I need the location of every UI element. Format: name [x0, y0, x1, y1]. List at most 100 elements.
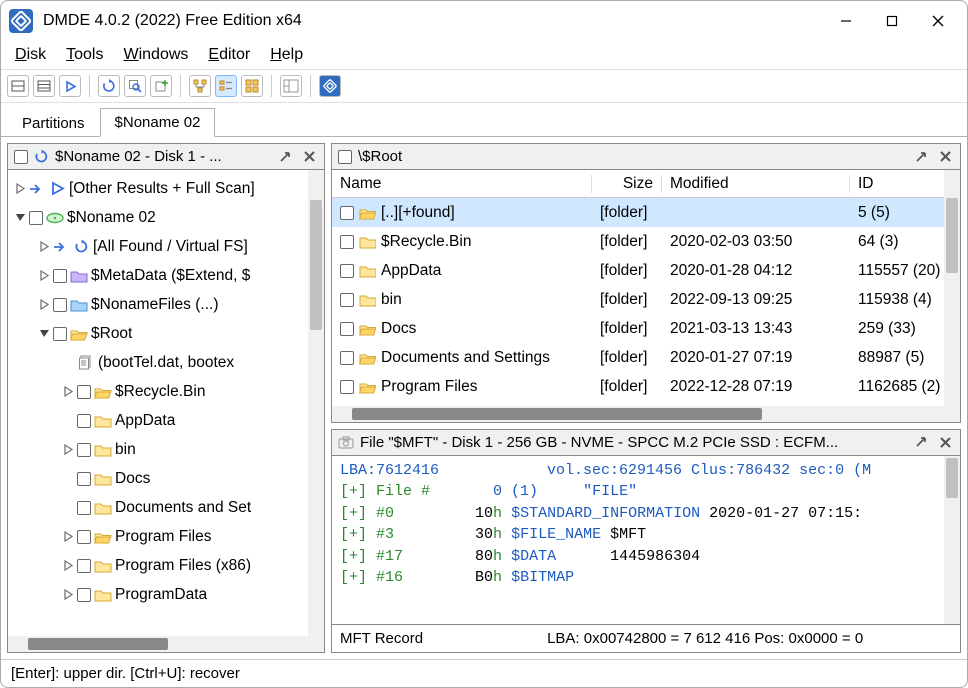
toolbar-layout2[interactable]: [33, 75, 55, 97]
tree-row[interactable]: $Recycle.Bin: [8, 377, 324, 406]
tree-checkbox[interactable]: [77, 588, 91, 602]
tree-expander-icon[interactable]: [62, 560, 74, 572]
tree-checkbox[interactable]: [77, 443, 91, 457]
tree-checkbox[interactable]: [77, 414, 91, 428]
tree-expander-icon[interactable]: [62, 473, 74, 485]
tree-checkbox[interactable]: [53, 269, 67, 283]
tree-checkbox[interactable]: [77, 530, 91, 544]
col-name[interactable]: Name: [332, 175, 592, 193]
tree-row[interactable]: Program Files (x86): [8, 551, 324, 580]
tree-checkbox[interactable]: [53, 298, 67, 312]
tree-row[interactable]: [All Found / Virtual FS]: [8, 232, 324, 261]
file-checkbox[interactable]: [340, 206, 354, 220]
toolbar-new[interactable]: [150, 75, 172, 97]
file-scrollbar-x[interactable]: [332, 406, 960, 422]
tree-expander-icon[interactable]: [38, 270, 50, 282]
tree-row[interactable]: Documents and Set: [8, 493, 324, 522]
file-checkbox[interactable]: [340, 293, 354, 307]
refresh-icon[interactable]: [34, 149, 49, 164]
tab-partitions[interactable]: Partitions: [7, 109, 100, 137]
file-row[interactable]: Documents and Settings [folder] 2020-01-…: [332, 343, 960, 372]
tree-expander-icon[interactable]: [62, 531, 74, 543]
file-checkbox[interactable]: [340, 351, 354, 365]
file-row[interactable]: [..][+found] [folder] 5 (5): [332, 198, 960, 227]
tree-row[interactable]: AppData: [8, 406, 324, 435]
toolbar-refresh[interactable]: [98, 75, 120, 97]
file-checkbox[interactable]: [340, 380, 354, 394]
menu-help[interactable]: Help: [270, 46, 303, 64]
menu-disk[interactable]: Disk: [15, 46, 46, 64]
tree-expander-icon[interactable]: [38, 241, 50, 253]
tree-row[interactable]: $Noname 02: [8, 203, 324, 232]
tree-checkbox[interactable]: [53, 327, 67, 341]
menu-tools[interactable]: Tools: [66, 46, 103, 64]
close-icon[interactable]: [936, 433, 954, 451]
tree-row[interactable]: $MetaData ($Extend, $: [8, 261, 324, 290]
tree-scrollbar-y[interactable]: [308, 170, 324, 652]
toolbar-search[interactable]: [124, 75, 146, 97]
tree-scrollbar-x[interactable]: [8, 636, 324, 652]
file-scrollbar-y[interactable]: [944, 170, 960, 422]
tree-header-checkbox[interactable]: [14, 150, 28, 164]
tree-expander-icon[interactable]: [62, 589, 74, 601]
tree-expander-icon[interactable]: [62, 386, 74, 398]
tree-checkbox[interactable]: [77, 501, 91, 515]
tree-checkbox[interactable]: [77, 472, 91, 486]
file-checkbox[interactable]: [340, 264, 354, 278]
toolbar-tree-icon[interactable]: [189, 75, 211, 97]
close-button[interactable]: [915, 5, 961, 37]
tree-expander-icon[interactable]: [62, 415, 74, 427]
toolbar-logo-icon[interactable]: [319, 75, 341, 97]
popout-icon[interactable]: [276, 148, 294, 166]
tree-expander-icon[interactable]: [14, 212, 26, 224]
toolbar-layout1[interactable]: [7, 75, 29, 97]
tree-expander-icon[interactable]: [14, 183, 26, 195]
tree-row[interactable]: Program Files: [8, 522, 324, 551]
file-row[interactable]: AppData [folder] 2020-01-28 04:12 115557…: [332, 256, 960, 285]
tree-checkbox[interactable]: [77, 385, 91, 399]
maximize-button[interactable]: [869, 5, 915, 37]
minimize-button[interactable]: [823, 5, 869, 37]
tree-expander-icon[interactable]: [38, 299, 50, 311]
tree-row[interactable]: $NonameFiles (...): [8, 290, 324, 319]
popout-icon[interactable]: [912, 148, 930, 166]
tree-row[interactable]: ProgramData: [8, 580, 324, 609]
hex-content[interactable]: LBA:7612416 vol.sec:6291456 Clus:786432 …: [332, 456, 960, 593]
toolbar-play[interactable]: [59, 75, 81, 97]
folder-yellow-open-icon: [359, 380, 376, 394]
col-size[interactable]: Size: [592, 175, 662, 193]
tree-expander-icon[interactable]: [38, 328, 50, 340]
tree-label: (bootTel.dat, bootex: [98, 354, 234, 372]
close-icon[interactable]: [300, 148, 318, 166]
tree-row[interactable]: [Other Results + Full Scan]: [8, 174, 324, 203]
file-row[interactable]: bin [folder] 2022-09-13 09:25 115938 (4): [332, 285, 960, 314]
tab-noname02[interactable]: $Noname 02: [100, 108, 216, 137]
tree-expander-icon[interactable]: [62, 357, 74, 369]
file-rows[interactable]: [..][+found] [folder] 5 (5) $Recycle.Bin…: [332, 198, 960, 422]
file-checkbox[interactable]: [340, 322, 354, 336]
menu-editor[interactable]: Editor: [208, 46, 250, 64]
close-icon[interactable]: [936, 148, 954, 166]
toolbar-grid-icon[interactable]: [241, 75, 263, 97]
tree-checkbox[interactable]: [77, 559, 91, 573]
popout-icon[interactable]: [912, 433, 930, 451]
file-row[interactable]: Program Files [folder] 2022-12-28 07:19 …: [332, 372, 960, 401]
tree-row[interactable]: $Root: [8, 319, 324, 348]
menu-windows[interactable]: Windows: [123, 46, 188, 64]
tree-expander-icon[interactable]: [62, 502, 74, 514]
tree-body[interactable]: [Other Results + Full Scan]$Noname 02[Al…: [8, 170, 324, 652]
col-modified[interactable]: Modified: [662, 175, 850, 193]
file-row[interactable]: Docs [folder] 2021-03-13 13:43 259 (33): [332, 314, 960, 343]
tree-expander-icon[interactable]: [62, 444, 74, 456]
file-header-checkbox[interactable]: [338, 150, 352, 164]
tree-checkbox[interactable]: [29, 211, 43, 225]
toolbar-list-icon[interactable]: [215, 75, 237, 97]
tree-row[interactable]: Docs: [8, 464, 324, 493]
camera-icon[interactable]: [338, 436, 354, 449]
hex-scrollbar-y[interactable]: [944, 456, 960, 624]
file-checkbox[interactable]: [340, 235, 354, 249]
tree-row[interactable]: bin: [8, 435, 324, 464]
toolbar-panel-icon[interactable]: [280, 75, 302, 97]
tree-row[interactable]: (bootTel.dat, bootex: [8, 348, 324, 377]
file-row[interactable]: $Recycle.Bin [folder] 2020-02-03 03:50 6…: [332, 227, 960, 256]
